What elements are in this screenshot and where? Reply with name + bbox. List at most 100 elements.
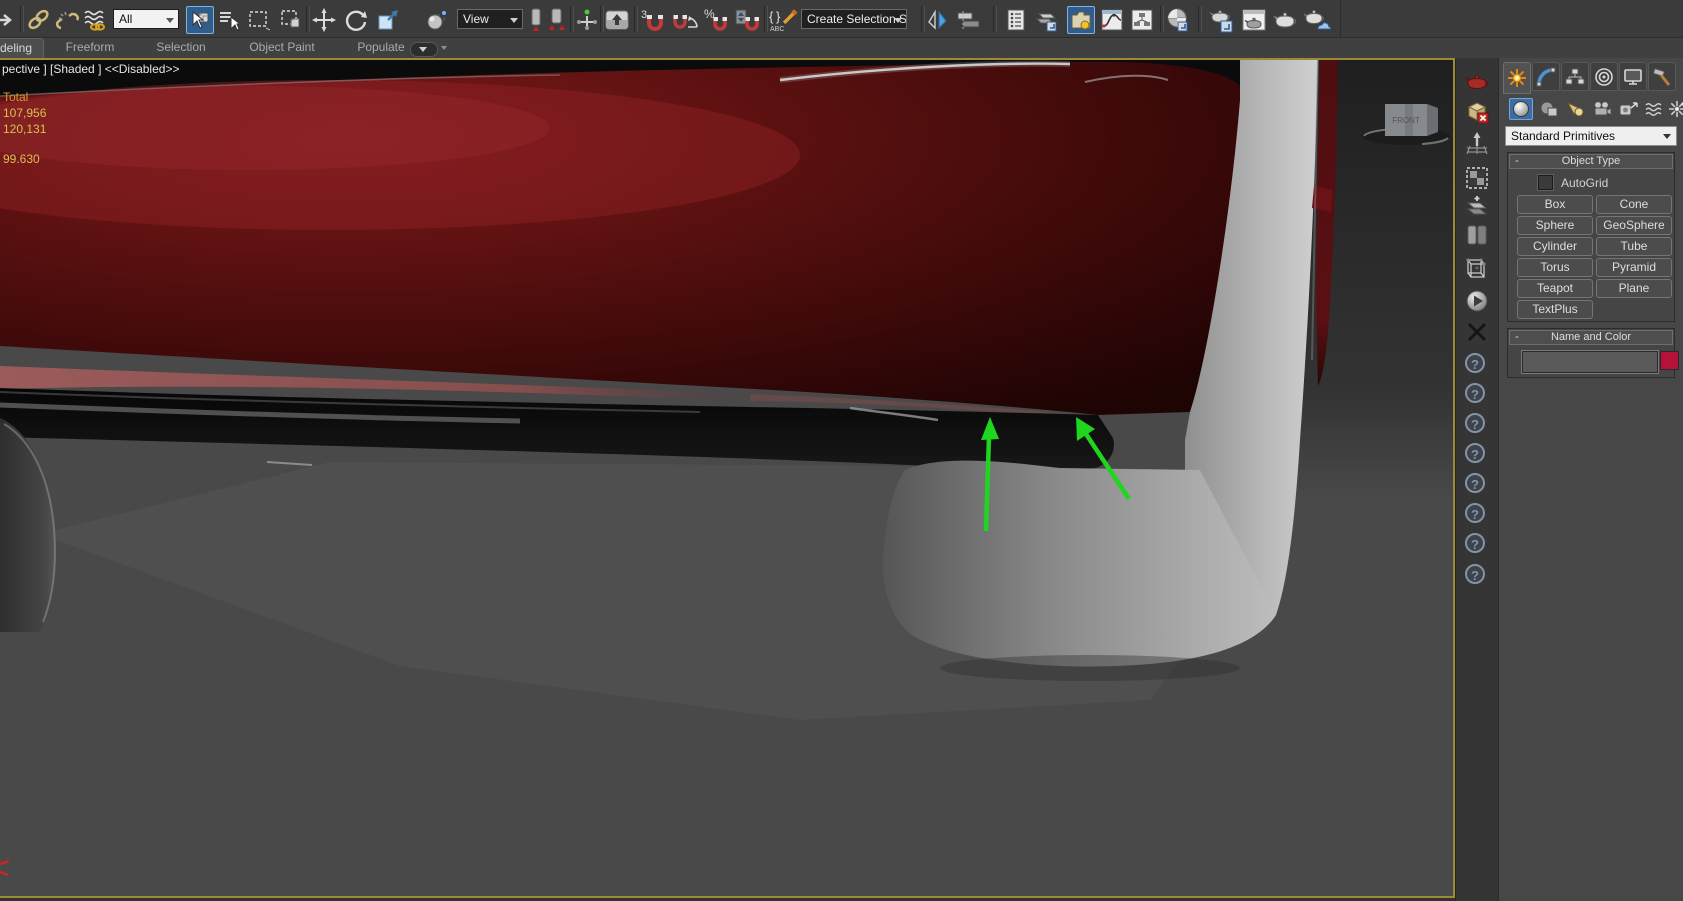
select-and-move-icon[interactable] <box>311 7 337 33</box>
autogrid-checkbox[interactable] <box>1537 174 1554 191</box>
pivot-to-grid-icon[interactable] <box>1465 132 1489 156</box>
unknown-script-icon[interactable]: ? <box>1465 503 1485 523</box>
render-in-cloud-icon[interactable] <box>1301 7 1331 33</box>
close-x-icon[interactable] <box>1465 320 1489 344</box>
separator <box>306 6 310 32</box>
primitive-category-value: Standard Primitives <box>1511 129 1616 143</box>
cone-button[interactable]: Cone <box>1596 195 1672 214</box>
snaps-toggle-3d-icon[interactable]: 3 <box>639 7 667 33</box>
layer-move-icon[interactable] <box>1465 195 1489 219</box>
wireframe-cube-icon[interactable] <box>1465 257 1489 281</box>
tab-create[interactable] <box>1503 62 1531 94</box>
name-color-rollout-header[interactable]: - Name and Color <box>1509 330 1673 345</box>
tube-button[interactable]: Tube <box>1596 237 1672 256</box>
keyboard-shortcut-override-icon[interactable] <box>604 7 630 33</box>
viewport-label[interactable]: pective ] [Shaded ] <<Disabled>> <box>2 62 179 76</box>
checker-selection-icon[interactable] <box>1465 166 1489 190</box>
box-delete-icon[interactable] <box>1465 99 1489 123</box>
helpers-icon <box>1619 102 1638 116</box>
render-setup-icon[interactable] <box>1209 7 1235 33</box>
geosphere-button[interactable]: GeoSphere <box>1596 216 1672 235</box>
select-by-name-icon[interactable] <box>216 7 242 33</box>
percent-snap-toggle-icon[interactable]: % <box>703 7 731 33</box>
box-button[interactable]: Box <box>1517 195 1593 214</box>
toggle-scene-explorer-icon[interactable] <box>1003 7 1029 33</box>
unknown-script-icon[interactable]: ? <box>1465 564 1485 584</box>
selection-filter-dropdown[interactable]: All <box>113 9 179 29</box>
ribbon-minimize-arrow-icon[interactable] <box>441 46 447 50</box>
category-space-warps[interactable] <box>1642 98 1666 120</box>
plane-button[interactable]: Plane <box>1596 279 1672 298</box>
teapot-button[interactable]: Teapot <box>1517 279 1593 298</box>
schematic-view-icon[interactable] <box>1129 7 1155 33</box>
curve-editor-icon[interactable] <box>1099 7 1125 33</box>
unknown-script-icon[interactable]: ? <box>1465 533 1485 553</box>
chevron-down-icon <box>894 18 902 23</box>
unknown-script-icon[interactable]: ? <box>1465 413 1485 433</box>
unknown-script-icon[interactable]: ? <box>1465 383 1485 403</box>
category-shapes[interactable] <box>1537 98 1561 120</box>
use-selection-center-icon[interactable] <box>546 7 568 33</box>
tab-motion[interactable] <box>1590 62 1618 91</box>
tab-object-paint[interactable]: Object Paint <box>241 38 323 58</box>
unknown-script-icon[interactable]: ? <box>1465 353 1485 373</box>
tab-display[interactable] <box>1619 62 1647 91</box>
tab-freeform[interactable]: Freeform <box>58 38 122 58</box>
torus-button[interactable]: Torus <box>1517 258 1593 277</box>
tab-hierarchy[interactable] <box>1561 62 1589 91</box>
cylinder-button[interactable]: Cylinder <box>1517 237 1593 256</box>
object-color-swatch[interactable] <box>1660 351 1679 370</box>
viewcube-side-face[interactable] <box>1427 104 1438 136</box>
mirror-icon[interactable] <box>925 7 951 33</box>
sphere-button[interactable]: Sphere <box>1517 216 1593 235</box>
perspective-viewport[interactable]: FRONT pective ] [Shaded ] <<Disabled>> T… <box>0 58 1455 898</box>
teapot-red-icon[interactable] <box>1465 70 1489 94</box>
window-crossing-toggle-icon[interactable] <box>278 7 304 33</box>
tab-utilities[interactable] <box>1648 62 1676 91</box>
toggle-ribbon-button[interactable] <box>1067 6 1095 34</box>
select-and-scale-icon[interactable] <box>375 7 401 33</box>
category-helpers[interactable] <box>1616 98 1640 120</box>
reference-coordinate-system-dropdown[interactable]: View <box>457 9 523 29</box>
primitive-category-dropdown[interactable]: Standard Primitives <box>1505 126 1677 146</box>
tab-selection[interactable]: Selection <box>148 38 214 58</box>
unknown-script-icon[interactable]: ? <box>1465 473 1485 493</box>
svg-text:{: { <box>769 9 774 24</box>
object-type-rollout-header[interactable]: - Object Type <box>1509 154 1673 169</box>
modify-arc-icon <box>1536 67 1556 86</box>
category-geometry[interactable] <box>1509 98 1533 120</box>
category-cameras[interactable] <box>1590 98 1614 120</box>
align-icon[interactable] <box>955 7 981 33</box>
play-icon[interactable] <box>1465 289 1489 313</box>
select-and-place-icon[interactable] <box>424 7 450 33</box>
spinner-snap-toggle-icon[interactable] <box>734 7 762 33</box>
tab-modeling[interactable]: deling <box>0 38 44 59</box>
named-selection-set-combo[interactable]: Create Selection Se <box>801 9 907 29</box>
edit-named-selection-sets-icon[interactable]: {} ABC <box>768 7 798 33</box>
rectangular-selection-region-icon[interactable] <box>246 7 272 33</box>
select-and-link-icon[interactable] <box>26 7 52 33</box>
tab-modify[interactable] <box>1532 62 1560 91</box>
angle-snap-toggle-icon[interactable] <box>671 7 699 33</box>
textplus-button[interactable]: TextPlus <box>1517 300 1593 319</box>
use-pivot-point-center-icon[interactable] <box>527 7 545 33</box>
unlink-selection-icon[interactable] <box>54 7 80 33</box>
redo-icon[interactable] <box>0 7 18 33</box>
toggle-layer-explorer-icon[interactable] <box>1033 7 1059 33</box>
category-lights[interactable] <box>1563 98 1587 120</box>
render-production-icon[interactable] <box>1272 7 1298 33</box>
ribbon-minimize-button[interactable] <box>410 42 438 57</box>
material-editor-icon[interactable] <box>1165 7 1191 33</box>
select-and-rotate-icon[interactable] <box>343 7 369 33</box>
unknown-script-icon[interactable]: ? <box>1465 443 1485 463</box>
object-name-input[interactable] <box>1521 350 1659 374</box>
category-systems[interactable] <box>1665 98 1683 120</box>
select-and-manipulate-icon[interactable] <box>574 7 600 33</box>
tab-populate[interactable]: Populate <box>350 38 412 58</box>
select-object-button[interactable] <box>186 6 214 34</box>
split-panels-icon[interactable] <box>1465 223 1489 247</box>
rendered-frame-window-icon[interactable] <box>1241 7 1267 33</box>
bind-to-space-warp-icon[interactable] <box>82 7 108 33</box>
svg-text:}: } <box>776 9 781 24</box>
pyramid-button[interactable]: Pyramid <box>1596 258 1672 277</box>
